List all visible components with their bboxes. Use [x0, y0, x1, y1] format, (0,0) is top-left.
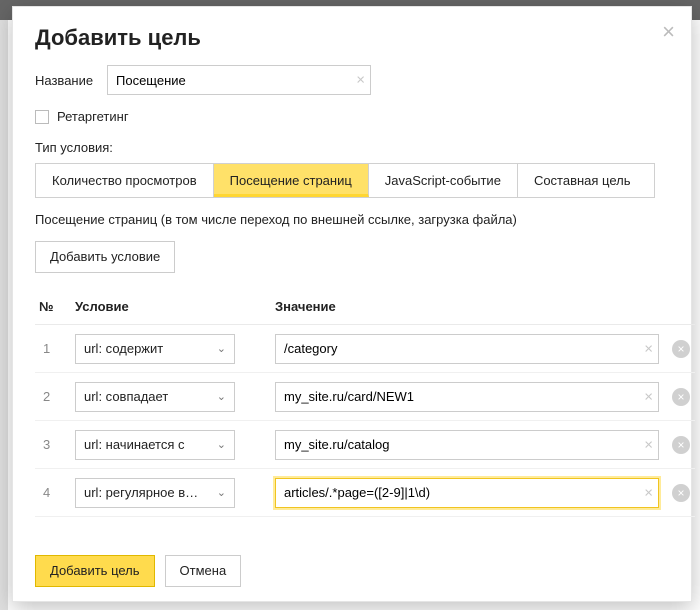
- condition-type-caption: Тип условия:: [35, 140, 669, 155]
- tab-composite[interactable]: Составная цель: [518, 164, 647, 197]
- delete-row-icon[interactable]: ×: [672, 340, 690, 358]
- table-row: 1 url: содержит ⌄ × ×: [35, 325, 695, 373]
- row-number: 3: [35, 437, 75, 452]
- retargeting-row: Ретаргетинг: [35, 109, 669, 124]
- condition-select[interactable]: url: начинается с ⌄: [75, 430, 235, 460]
- condition-hint: Посещение страниц (в том числе переход п…: [35, 212, 669, 227]
- clear-value-icon[interactable]: ×: [644, 437, 653, 452]
- tab-page-visit[interactable]: Посещение страниц: [214, 164, 369, 197]
- delete-row-icon[interactable]: ×: [672, 484, 690, 502]
- row-number: 1: [35, 341, 75, 356]
- delete-row-icon[interactable]: ×: [672, 388, 690, 406]
- add-condition-button[interactable]: Добавить условие: [35, 241, 175, 273]
- chevron-down-icon: ⌄: [217, 342, 226, 355]
- chevron-down-icon: ⌄: [217, 390, 226, 403]
- condition-select[interactable]: url: регулярное вы... ⌄: [75, 478, 235, 508]
- submit-button[interactable]: Добавить цель: [35, 555, 155, 587]
- close-icon[interactable]: ×: [662, 21, 675, 43]
- condition-type-tabs: Количество просмотров Посещение страниц …: [35, 163, 655, 198]
- conditions-table: № Условие Значение 1 url: содержит ⌄ × ×: [35, 293, 695, 517]
- th-val: Значение: [275, 299, 667, 314]
- chevron-down-icon: ⌄: [217, 438, 226, 451]
- name-row: Название ×: [35, 65, 669, 95]
- condition-select-value: url: начинается с: [84, 437, 185, 452]
- clear-value-icon[interactable]: ×: [644, 389, 653, 404]
- table-row: 4 url: регулярное вы... ⌄ × ×: [35, 469, 695, 517]
- tab-js-event[interactable]: JavaScript-событие: [369, 164, 518, 197]
- condition-select[interactable]: url: содержит ⌄: [75, 334, 235, 364]
- clear-value-icon[interactable]: ×: [644, 341, 653, 356]
- clear-name-icon[interactable]: ×: [356, 73, 365, 88]
- chevron-down-icon: ⌄: [217, 486, 226, 499]
- value-input[interactable]: [275, 334, 659, 364]
- clear-value-icon[interactable]: ×: [644, 485, 653, 500]
- retargeting-label: Ретаргетинг: [57, 109, 129, 124]
- condition-select[interactable]: url: совпадает ⌄: [75, 382, 235, 412]
- value-input[interactable]: [275, 382, 659, 412]
- th-num: №: [35, 299, 75, 314]
- condition-select-value: url: содержит: [84, 341, 163, 356]
- modal-title: Добавить цель: [35, 25, 669, 51]
- row-number: 2: [35, 389, 75, 404]
- name-label: Название: [35, 73, 107, 88]
- table-row: 2 url: совпадает ⌄ × ×: [35, 373, 695, 421]
- delete-row-icon[interactable]: ×: [672, 436, 690, 454]
- table-header: № Условие Значение: [35, 293, 695, 325]
- name-input[interactable]: [107, 65, 371, 95]
- modal-footer: Добавить цель Отмена: [35, 555, 241, 587]
- table-row: 3 url: начинается с ⌄ × ×: [35, 421, 695, 469]
- th-cond: Условие: [75, 299, 275, 314]
- row-number: 4: [35, 485, 75, 500]
- tab-views-count[interactable]: Количество просмотров: [36, 164, 214, 197]
- value-input[interactable]: [275, 430, 659, 460]
- cancel-button[interactable]: Отмена: [165, 555, 242, 587]
- condition-select-value: url: регулярное вы...: [84, 485, 204, 500]
- value-input[interactable]: [275, 478, 659, 508]
- add-goal-modal: × Добавить цель Название × Ретаргетинг Т…: [12, 6, 692, 602]
- condition-select-value: url: совпадает: [84, 389, 168, 404]
- retargeting-checkbox[interactable]: [35, 110, 49, 124]
